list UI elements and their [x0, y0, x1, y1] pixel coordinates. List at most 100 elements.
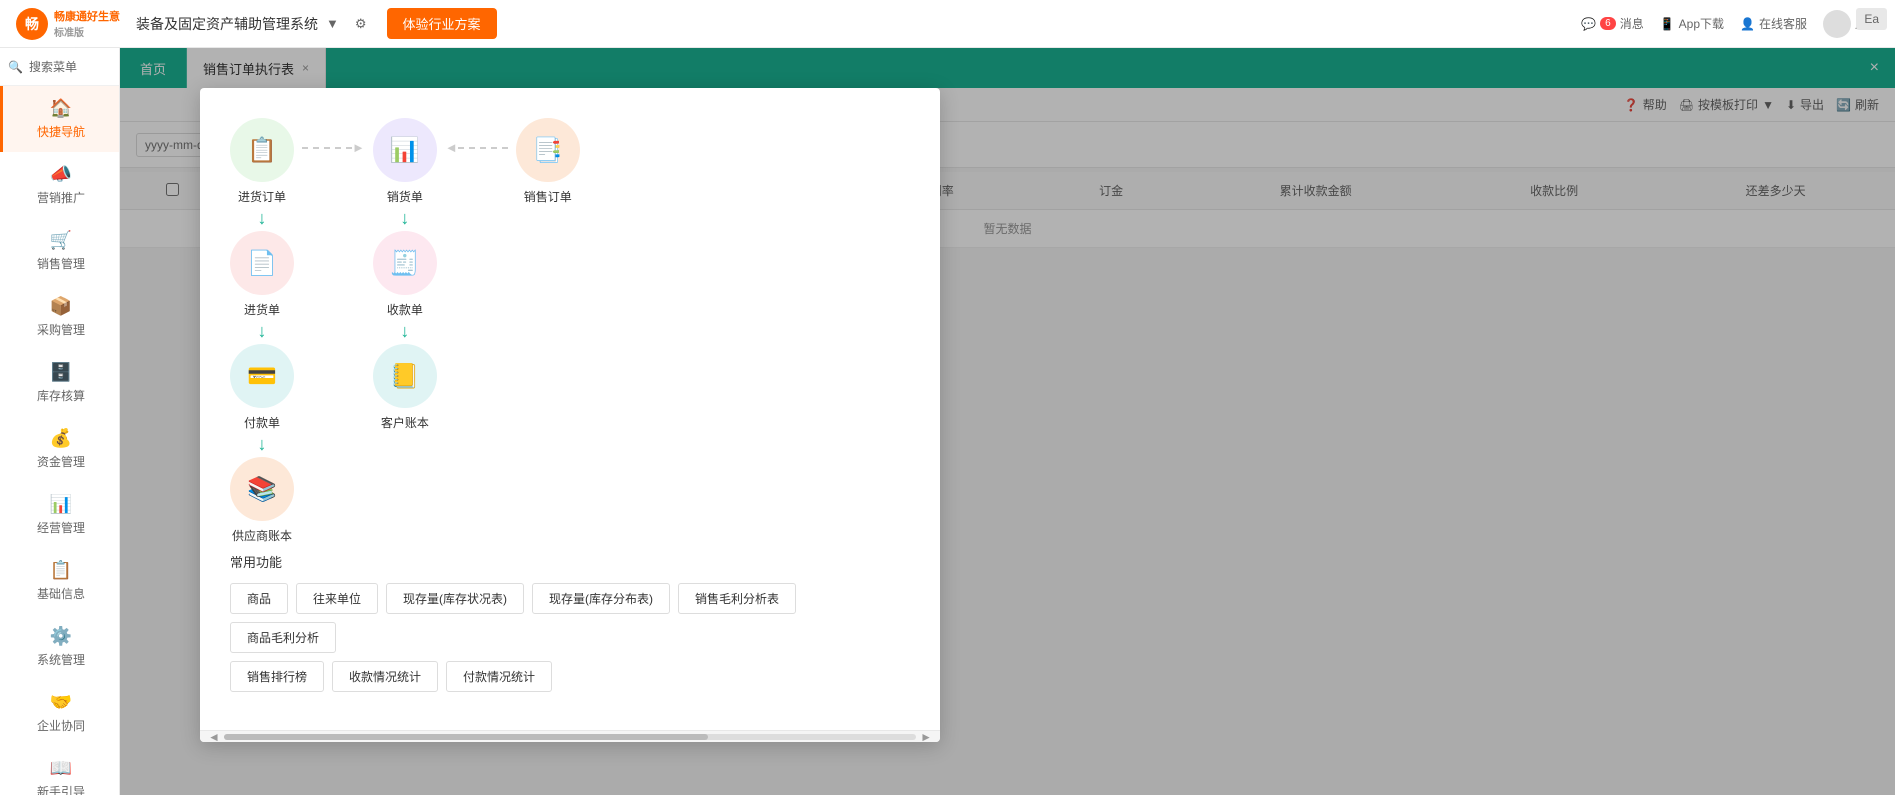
- purchase-bill-label: 进货单: [244, 301, 280, 318]
- ea-badge: Ea: [1856, 8, 1887, 30]
- inventory-icon: 🗄️: [50, 362, 72, 383]
- modal-box: 📋 进货订单 ↓ 📄 进货单 ↓ 💳: [200, 88, 940, 742]
- arrow-down-2: ↓: [258, 322, 267, 340]
- marketing-icon: 📣: [50, 164, 72, 185]
- search-menu-label: 搜索菜单: [29, 58, 77, 75]
- newbie-icon: 📖: [50, 758, 72, 779]
- cf-btn-sales-rank[interactable]: 销售排行榜: [230, 661, 324, 692]
- scrollbar-track[interactable]: [224, 734, 916, 740]
- sidebar-item-basic-info[interactable]: 📋 基础信息: [0, 548, 119, 614]
- search-menu[interactable]: 🔍 搜索菜单: [0, 48, 119, 86]
- logo-text: 畅康通好生意: [54, 8, 120, 24]
- message-item[interactable]: 💬 6 消息: [1581, 15, 1644, 32]
- message-badge: 6: [1600, 17, 1616, 30]
- cf-btn-receipt-stats[interactable]: 收款情况统计: [332, 661, 438, 692]
- system-title: 装备及固定资产辅助管理系统: [136, 14, 318, 34]
- receipt-icon: 🧾: [390, 249, 420, 278]
- sidebar-label-newbie: 新手引导: [37, 783, 85, 795]
- cf-btn-stock-status[interactable]: 现存量(库存状况表): [386, 583, 524, 614]
- receipt-node[interactable]: 🧾 收款单: [373, 231, 437, 318]
- sidebar-item-system[interactable]: ⚙️ 系统管理: [0, 614, 119, 680]
- sale-bill-icon: 📊: [390, 136, 420, 165]
- purchase-bill-icon: 📄: [247, 249, 277, 278]
- purchase-icon: 📦: [50, 296, 72, 317]
- cf-row-1: 商品 往来单位 现存量(库存状况表) 现存量(库存分布表) 销售毛利分析表 商品…: [230, 583, 910, 653]
- customer-ledger-node[interactable]: 📒 客户账本: [373, 344, 437, 431]
- customer-ledger-circle: 📒: [373, 344, 437, 408]
- sidebar-label-finance: 资金管理: [37, 453, 85, 470]
- sidebar-item-enterprise[interactable]: 🤝 企业协同: [0, 680, 119, 746]
- purchase-order-circle: 📋: [230, 118, 294, 182]
- sidebar-item-finance[interactable]: 💰 资金管理: [0, 416, 119, 482]
- sidebar-item-newbie[interactable]: 📖 新手引导: [0, 746, 119, 795]
- sidebar-label-quick-nav: 快捷导航: [37, 123, 85, 140]
- sidebar-label-purchase: 采购管理: [37, 321, 85, 338]
- trial-button[interactable]: 体验行业方案: [387, 8, 497, 39]
- sale-order-circle: 📑: [516, 118, 580, 182]
- sale-bill-circle: 📊: [373, 118, 437, 182]
- h-arrow-2: ◄: [437, 118, 516, 155]
- dashed-line-1: [302, 147, 352, 149]
- settings-icon[interactable]: ⚙: [355, 16, 367, 32]
- supplier-ledger-circle: 📚: [230, 457, 294, 521]
- receipt-label: 收款单: [387, 301, 423, 318]
- h-arrow-1: ►: [294, 118, 373, 155]
- service-icon: 👤: [1740, 17, 1755, 31]
- sidebar-item-marketing[interactable]: 📣 营销推广: [0, 152, 119, 218]
- customer-ledger-icon: 📒: [390, 362, 420, 391]
- sale-bill-node[interactable]: 📊 销货单: [373, 118, 437, 205]
- flow-col-left: 📋 进货订单 ↓ 📄 进货单 ↓ 💳: [230, 118, 294, 544]
- modal-overlay[interactable]: 📋 进货订单 ↓ 📄 进货单 ↓ 💳: [120, 48, 1895, 795]
- sidebar: 🔍 搜索菜单 🏠 快捷导航 📣 营销推广 🛒 销售管理 📦 采购管理 🗄️ 库存…: [0, 48, 120, 795]
- operation-icon: 📊: [50, 494, 72, 515]
- flow-col-right: 📊 销货单 ↓ 🧾 收款单 ↓ 📒: [373, 118, 437, 431]
- sidebar-label-system: 系统管理: [37, 651, 85, 668]
- purchase-bill-circle: 📄: [230, 231, 294, 295]
- sale-order-node[interactable]: 📑 销售订单: [516, 118, 580, 205]
- sidebar-item-quick-nav[interactable]: 🏠 快捷导航: [0, 86, 119, 152]
- purchase-bill-node[interactable]: 📄 进货单: [230, 231, 294, 318]
- sale-bill-label: 销货单: [387, 188, 423, 205]
- payment-node[interactable]: 💳 付款单: [230, 344, 294, 431]
- payment-label: 付款单: [244, 414, 280, 431]
- scroll-right-arrow[interactable]: ►: [920, 730, 932, 743]
- payment-circle: 💳: [230, 344, 294, 408]
- cf-btn-goods[interactable]: 商品: [230, 583, 288, 614]
- cf-btn-stock-dist[interactable]: 现存量(库存分布表): [532, 583, 670, 614]
- sales-icon: 🛒: [50, 230, 72, 251]
- scroll-left-arrow[interactable]: ◄: [208, 730, 220, 743]
- flow-diagram: 📋 进货订单 ↓ 📄 进货单 ↓ 💳: [230, 118, 910, 544]
- system-title-area: 装备及固定资产辅助管理系统 ▼ ⚙ 体验行业方案: [136, 8, 1581, 39]
- arrow-down-4: ↓: [400, 209, 409, 227]
- sidebar-item-purchase[interactable]: 📦 采购管理: [0, 284, 119, 350]
- purchase-order-node[interactable]: 📋 进货订单: [230, 118, 294, 205]
- cf-btn-sales-profit[interactable]: 销售毛利分析表: [678, 583, 796, 614]
- supplier-ledger-label: 供应商账本: [232, 527, 292, 544]
- home-icon: 🏠: [50, 98, 72, 119]
- flow-col-far-right: 📑 销售订单: [516, 118, 580, 205]
- basic-info-icon: 📋: [50, 560, 72, 581]
- cf-btn-goods-profit[interactable]: 商品毛利分析: [230, 622, 336, 653]
- app-download-item[interactable]: 📱 App下载: [1660, 15, 1724, 32]
- supplier-ledger-node[interactable]: 📚 供应商账本: [230, 457, 294, 544]
- sale-order-icon: 📑: [533, 136, 563, 165]
- sidebar-label-basic-info: 基础信息: [37, 585, 85, 602]
- payment-icon: 💳: [247, 362, 277, 391]
- purchase-order-label: 进货订单: [238, 188, 286, 205]
- receipt-circle: 🧾: [373, 231, 437, 295]
- sidebar-item-sales[interactable]: 🛒 销售管理: [0, 218, 119, 284]
- modal-scrollbar: ◄ ►: [200, 730, 940, 742]
- arrow-down-5: ↓: [400, 322, 409, 340]
- avatar: [1823, 10, 1851, 38]
- sidebar-item-inventory[interactable]: 🗄️ 库存核算: [0, 350, 119, 416]
- sidebar-label-sales: 销售管理: [37, 255, 85, 272]
- dropdown-icon[interactable]: ▼: [326, 16, 339, 31]
- online-service-item[interactable]: 👤 在线客服: [1740, 15, 1807, 32]
- sidebar-item-operation[interactable]: 📊 经营管理: [0, 482, 119, 548]
- system-icon: ⚙️: [50, 626, 72, 647]
- arrow-down-1: ↓: [258, 209, 267, 227]
- logo-icon: 畅: [16, 8, 48, 40]
- cf-btn-counterpart[interactable]: 往来单位: [296, 583, 378, 614]
- cf-btn-payment-stats[interactable]: 付款情况统计: [446, 661, 552, 692]
- supplier-ledger-icon: 📚: [247, 475, 277, 504]
